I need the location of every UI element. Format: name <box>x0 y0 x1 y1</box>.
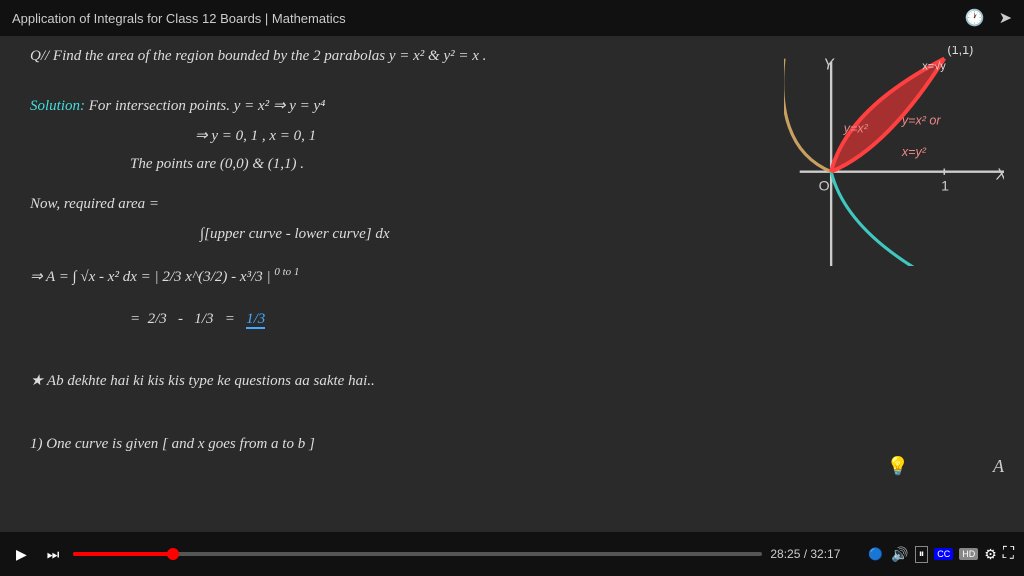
answer: 1/3 <box>246 311 265 329</box>
solution-line: Solution: For intersection points. y = x… <box>30 96 325 115</box>
line2: ⇒ y = 0, 1 , x = 0, 1 <box>195 126 316 145</box>
lightbulb-icon: 💡 <box>887 456 909 477</box>
svg-text:y=x² or: y=x² or <box>901 114 942 128</box>
svg-text:X: X <box>995 167 1004 184</box>
settings-icon[interactable]: ⚙ <box>984 546 997 563</box>
line6b-text: 0 to 1 <box>274 266 299 278</box>
line4-text: Now, required area = <box>30 196 159 212</box>
line1-text: For intersection points. y = x² ⇒ y = y⁴ <box>89 98 326 114</box>
line8-text: ★ Ab dekhte hai ki kis kis type ke quest… <box>30 373 375 389</box>
right-controls: 🔊 ⏸ CC HD ⚙ ⛶ <box>891 545 1014 563</box>
line5-text: ∫[upper curve - lower curve] dx <box>200 226 389 242</box>
line8: ★ Ab dekhte hai ki kis kis type ke quest… <box>30 371 375 390</box>
svg-text:1: 1 <box>941 178 949 194</box>
pause-bars[interactable]: ⏸ <box>915 546 929 563</box>
main-content: Q// Find the area of the region bounded … <box>0 36 1024 532</box>
line3: The points are (0,0) & (1,1) . <box>130 156 304 173</box>
controls-bar[interactable]: ▶ ⏭ 28:25 / 32:17 🔵 🔊 ⏸ CC HD ⚙ ⛶ <box>0 532 1024 576</box>
cc-badge[interactable]: CC <box>934 548 953 560</box>
volume-icon[interactable]: 🔊 <box>891 546 908 563</box>
clock-icon[interactable]: 🕐 <box>965 8 985 28</box>
line7: = 2/3 - 1/3 = 1/3 <box>130 311 265 328</box>
svg-text:(1,1): (1,1) <box>947 46 973 57</box>
line2-text: ⇒ y = 0, 1 , x = 0, 1 <box>195 128 316 144</box>
svg-text:O: O <box>819 178 830 194</box>
solution-label: Solution: <box>30 98 85 114</box>
line5: ∫[upper curve - lower curve] dx <box>200 226 389 243</box>
play-button[interactable]: ▶ <box>10 542 33 567</box>
line3-text: The points are (0,0) & (1,1) . <box>130 156 304 172</box>
progress-bar[interactable] <box>73 552 762 556</box>
line9-text: 1) One curve is given [ and x goes from … <box>30 436 315 452</box>
svg-text:x=y²: x=y² <box>901 145 927 159</box>
share-icon[interactable]: ➤ <box>999 8 1012 28</box>
svg-text:x=√y: x=√y <box>922 61 946 73</box>
line6-text: ⇒ A = ∫ √x - x² dx = | 2/3 x^(3/2) - x³/… <box>30 269 271 285</box>
line4: Now, required area = <box>30 196 159 213</box>
hd-badge[interactable]: HD <box>959 548 978 560</box>
title-icons: 🕐 ➤ <box>965 8 1012 28</box>
graph-area: X Y O 1 y=x² or y=x² <box>784 46 1004 266</box>
next-button[interactable]: ⏭ <box>41 542 66 567</box>
live-indicator: 🔵 <box>868 547 883 561</box>
line9: 1) One curve is given [ and x goes from … <box>30 436 315 453</box>
question-text: Q// Find the area of the region bounded … <box>30 48 486 64</box>
annotation-icon: A <box>993 456 1004 477</box>
graph-svg: X Y O 1 y=x² or y=x² <box>784 46 1004 266</box>
time-display: 28:25 / 32:17 <box>770 547 860 561</box>
line7-text: = 2/3 - 1/3 = <box>130 311 246 327</box>
line6: ⇒ A = ∫ √x - x² dx = | 2/3 x^(3/2) - x³/… <box>30 266 299 286</box>
progress-dot <box>167 548 179 560</box>
question-line: Q// Find the area of the region bounded … <box>30 48 486 65</box>
progress-fill <box>73 552 174 556</box>
fullscreen-icon[interactable]: ⛶ <box>1003 545 1014 563</box>
svg-text:y=x²: y=x² <box>843 121 869 135</box>
title-bar: Application of Integrals for Class 12 Bo… <box>0 0 1024 36</box>
page-title: Application of Integrals for Class 12 Bo… <box>12 11 346 26</box>
svg-text:Y: Y <box>823 57 835 74</box>
